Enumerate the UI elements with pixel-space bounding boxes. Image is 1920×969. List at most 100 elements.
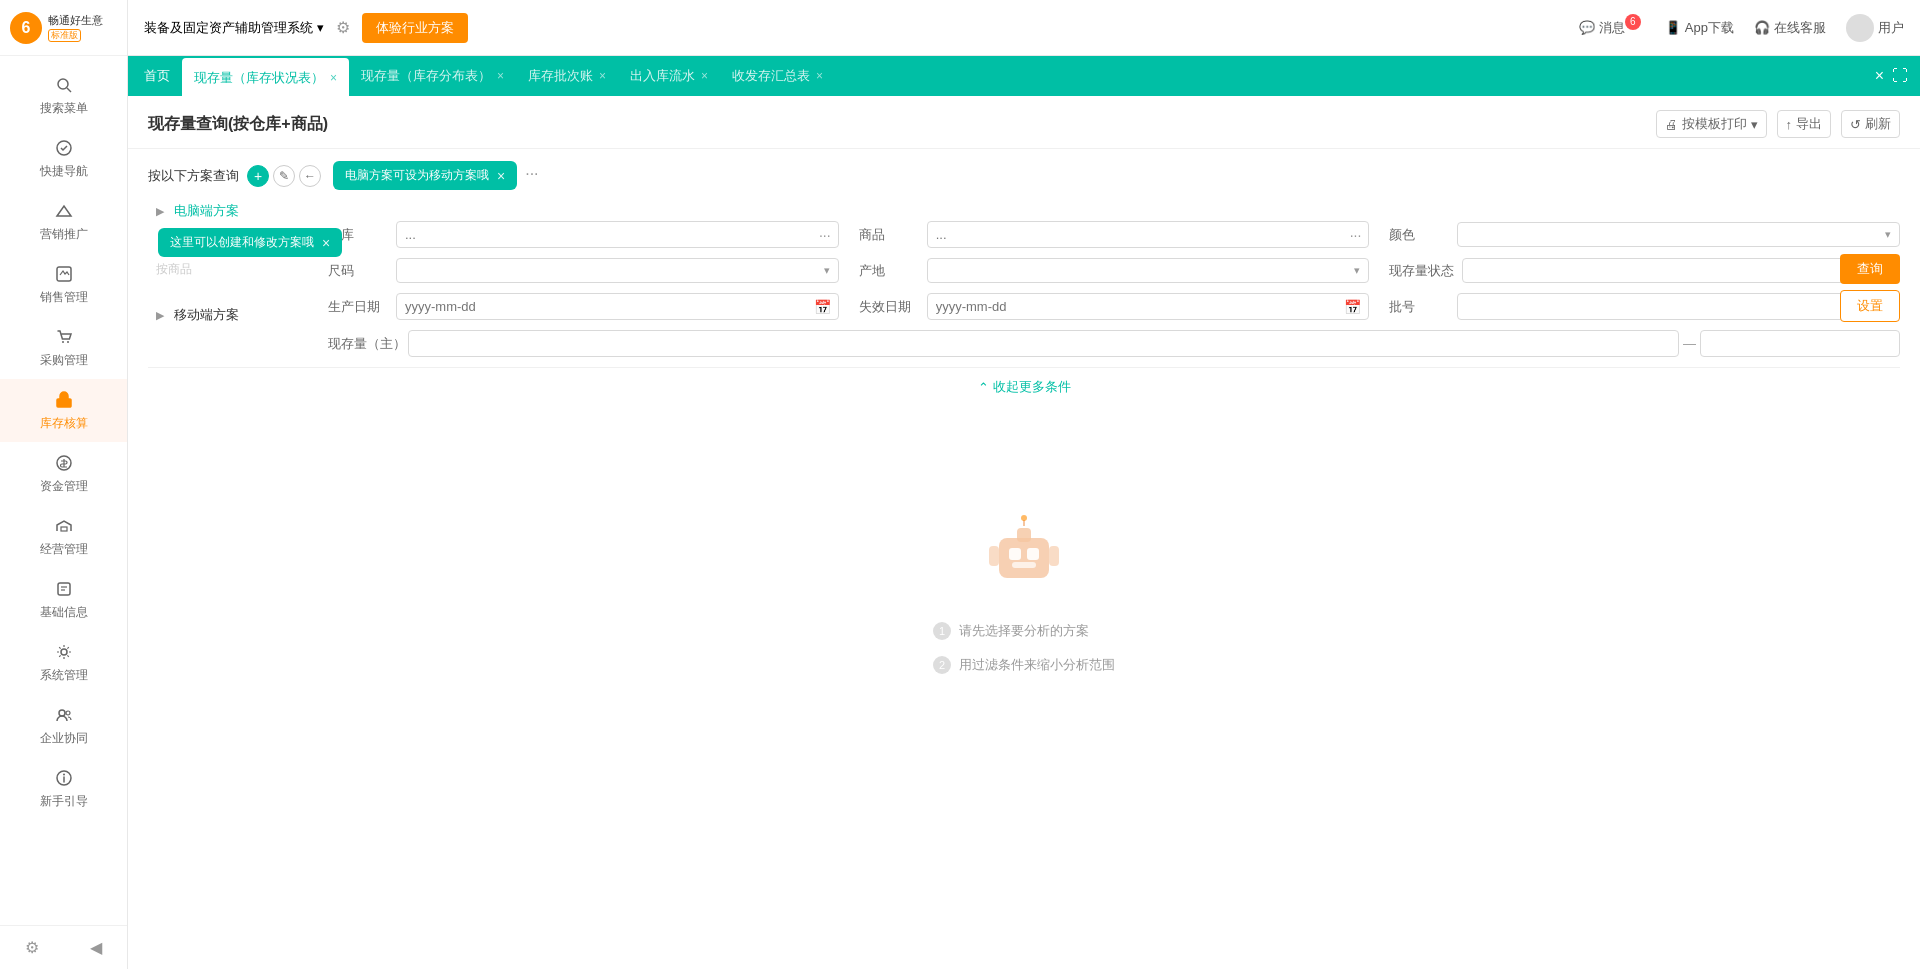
prod-date-calendar-icon[interactable]: 📅 — [814, 299, 831, 315]
scheme-item-pc[interactable]: ▶ 电脑端方案 — [148, 198, 342, 224]
tab-inout-flow-label: 出入库流水 — [630, 67, 695, 85]
tab-inventory-dist-label: 现存量（库存分布表） — [361, 67, 491, 85]
scheme-edit-tooltip: 这里可以创建和修改方案哦 × — [158, 228, 342, 257]
tooltip-scheme-text: 电脑方案可设为移动方案哦 — [345, 167, 489, 184]
size-select[interactable]: ▾ — [396, 258, 839, 283]
sidebar-item-business[interactable]: 经营管理 — [0, 505, 127, 568]
tab-inout-flow[interactable]: 出入库流水 × — [618, 56, 720, 96]
print-btn[interactable]: 🖨 按模板打印 ▾ — [1656, 110, 1767, 138]
edit-scheme-btn[interactable]: ✎ — [273, 165, 295, 187]
add-scheme-btn[interactable]: + — [247, 165, 269, 187]
purchase-icon — [53, 326, 75, 348]
online-service-label: 在线客服 — [1774, 19, 1826, 37]
warehouse-input[interactable] — [396, 221, 839, 248]
top-header: 装备及固定资产辅助管理系统 ▾ ⚙ 体验行业方案 💬 消息 6 📱 App下载 … — [128, 0, 1920, 56]
origin-select[interactable]: ▾ — [927, 258, 1370, 283]
color-select[interactable]: ▾ — [1457, 222, 1900, 247]
tab-inventory-status-close[interactable]: × — [330, 71, 337, 85]
sidebar-item-guide[interactable]: 新手引导 — [0, 757, 127, 820]
filter-row-color: 颜色 ▾ — [1389, 221, 1900, 248]
sidebar-item-purchase[interactable]: 采购管理 — [0, 316, 127, 379]
prod-date-input[interactable] — [396, 293, 839, 320]
tab-batch-account[interactable]: 库存批次账 × — [516, 56, 618, 96]
expire-date-input-container: 📅 — [927, 293, 1370, 320]
main-content: 装备及固定资产辅助管理系统 ▾ ⚙ 体验行业方案 💬 消息 6 📱 App下载 … — [128, 0, 1920, 969]
tab-summary-close[interactable]: × — [816, 69, 823, 83]
tooltip-edit-close[interactable]: × — [322, 235, 330, 251]
user-action[interactable]: 用户 — [1846, 14, 1904, 42]
sidebar-item-sales[interactable]: 销售管理 — [0, 253, 127, 316]
print-arrow-icon: ▾ — [1751, 117, 1758, 132]
sidebar-item-search[interactable]: 搜索菜单 — [0, 64, 127, 127]
goods-more-icon[interactable]: ··· — [1350, 227, 1362, 243]
print-btn-label: 按模板打印 — [1682, 115, 1747, 133]
tabs-close-all-btn[interactable]: × — [1875, 67, 1884, 85]
tab-summary[interactable]: 收发存汇总表 × — [720, 56, 835, 96]
scheme-item-mobile[interactable]: ▶ 移动端方案 — [148, 302, 342, 328]
app-download-action[interactable]: 📱 App下载 — [1665, 19, 1734, 37]
more-conditions-row[interactable]: ⌃ 收起更多条件 — [148, 367, 1900, 406]
export-btn[interactable]: ↑ 导出 — [1777, 110, 1832, 138]
sidebar-item-label-guide: 新手引导 — [40, 793, 88, 810]
filter-separator: ··· — [525, 161, 538, 183]
filter-row-warehouse: 仓库 ··· — [328, 221, 839, 248]
stock-status-select[interactable]: ▾ — [1462, 258, 1900, 283]
stock-qty-start[interactable] — [408, 330, 1679, 357]
sidebar-item-base[interactable]: 基础信息 — [0, 568, 127, 631]
collapse-icon[interactable]: ◀ — [90, 938, 102, 957]
sidebar-item-marketing[interactable]: 营销推广 — [0, 190, 127, 253]
expire-date-calendar-icon[interactable]: 📅 — [1344, 299, 1361, 315]
svg-rect-25 — [1049, 546, 1059, 566]
search-btn[interactable]: 查询 — [1840, 254, 1900, 284]
sidebar-logo: 6 畅通好生意 标准版 — [0, 0, 127, 56]
user-label: 用户 — [1878, 19, 1904, 37]
sidebar-item-finance[interactable]: 资金管理 — [0, 442, 127, 505]
logo-badge: 标准版 — [48, 29, 81, 43]
tabs-expand-btn[interactable]: ⛶ — [1892, 67, 1908, 85]
message-badge: 6 — [1625, 14, 1641, 30]
tab-inventory-dist[interactable]: 现存量（库存分布表） × — [349, 56, 516, 96]
sidebar-item-label-sales: 销售管理 — [40, 289, 88, 306]
tooltip-scheme-close[interactable]: × — [497, 168, 505, 184]
refresh-btn[interactable]: ↺ 刷新 — [1841, 110, 1900, 138]
warehouse-more-icon[interactable]: ··· — [819, 227, 831, 243]
tab-inout-flow-close[interactable]: × — [701, 69, 708, 83]
tab-home[interactable]: 首页 — [132, 56, 182, 96]
system-title-dropdown[interactable]: 装备及固定资产辅助管理系统 ▾ — [144, 19, 324, 37]
svg-rect-9 — [58, 583, 70, 595]
filter-row-expire-date: 失效日期 📅 — [859, 293, 1370, 320]
origin-label: 产地 — [859, 262, 919, 280]
sidebar-item-system[interactable]: 系统管理 — [0, 631, 127, 694]
system-icon — [53, 641, 75, 663]
marketing-icon — [53, 200, 75, 222]
tab-inventory-dist-close[interactable]: × — [497, 69, 504, 83]
expire-date-input[interactable] — [927, 293, 1370, 320]
tab-batch-account-close[interactable]: × — [599, 69, 606, 83]
industry-btn[interactable]: 体验行业方案 — [362, 13, 468, 43]
search-buttons: 查询 设置 — [1840, 254, 1900, 322]
reset-btn[interactable]: 设置 — [1840, 290, 1900, 322]
sidebar-item-inventory[interactable]: 库存核算 — [0, 379, 127, 442]
filter-area: 按以下方案查询 + ✎ ← 电脑方案可设为移动方案哦 × ··· — [128, 149, 1920, 418]
message-action[interactable]: 💬 消息 6 — [1579, 19, 1645, 37]
tab-inventory-status[interactable]: 现存量（库存状况表） × — [182, 58, 349, 98]
sidebar-item-enterprise[interactable]: 企业协同 — [0, 694, 127, 757]
enterprise-icon — [53, 704, 75, 726]
stock-qty-end[interactable] — [1700, 330, 1900, 357]
sidebar-item-nav[interactable]: 快捷导航 — [0, 127, 127, 190]
goods-input[interactable] — [927, 221, 1370, 248]
back-scheme-btn[interactable]: ← — [299, 165, 321, 187]
scheme-pc-label: 电脑端方案 — [174, 202, 239, 220]
batch-input[interactable] — [1457, 293, 1900, 320]
headset-icon: 🎧 — [1754, 20, 1770, 35]
header-settings-icon[interactable]: ⚙ — [336, 18, 350, 37]
header-left: 装备及固定资产辅助管理系统 ▾ ⚙ 体验行业方案 — [144, 13, 468, 43]
scheme-sub-item[interactable]: 按商品 — [148, 257, 342, 282]
settings-bottom-icon[interactable]: ⚙ — [25, 938, 39, 957]
scheme-pc-expand-icon: ▶ — [156, 205, 164, 218]
prod-date-input-container: 📅 — [396, 293, 839, 320]
svg-rect-21 — [1017, 528, 1031, 542]
online-service-action[interactable]: 🎧 在线客服 — [1754, 19, 1826, 37]
goods-label: 商品 — [859, 226, 919, 244]
sidebar-item-label-finance: 资金管理 — [40, 478, 88, 495]
